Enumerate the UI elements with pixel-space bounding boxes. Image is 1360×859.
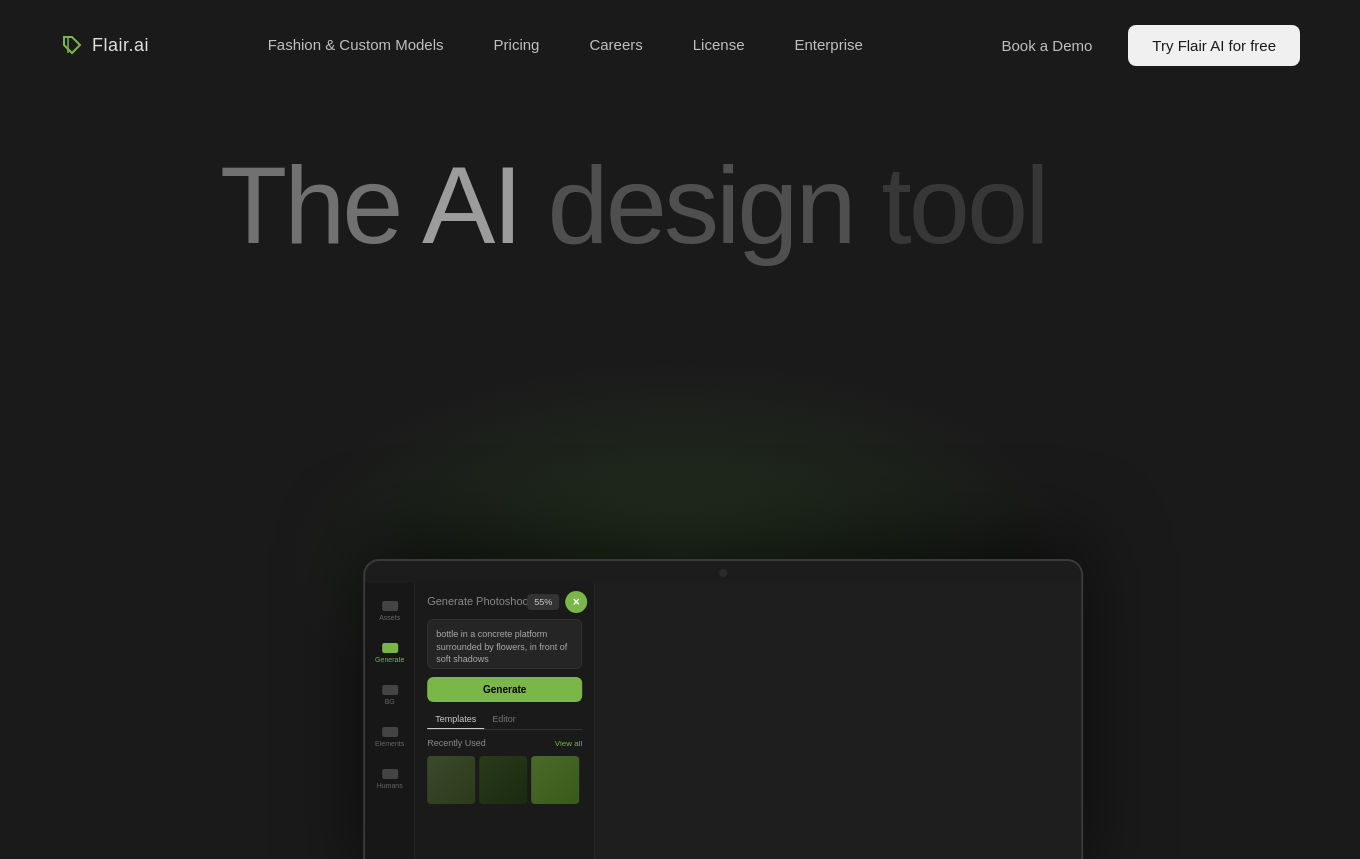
canvas-toolbar: 55% — [527, 591, 587, 613]
thumbnail-3[interactable] — [531, 756, 579, 804]
hero-word-tool: tool — [881, 143, 1046, 266]
nav-item-license[interactable]: License — [693, 36, 745, 54]
tab-editor[interactable]: Editor — [484, 710, 524, 729]
hero-word-ai: AI — [422, 143, 520, 266]
thumbnails-row — [427, 756, 582, 804]
nav-cta-group: Book a Demo Try Flair AI for free — [981, 25, 1300, 66]
try-free-button[interactable]: Try Flair AI for free — [1128, 25, 1300, 66]
logo-icon — [60, 33, 84, 57]
thumbnail-2[interactable] — [479, 756, 527, 804]
sidebar-humans[interactable]: Humans — [372, 761, 408, 797]
recently-used-label: Recently Used View all — [427, 738, 582, 748]
thumbnail-1[interactable] — [427, 756, 475, 804]
device-frame: Assets Generate BG Elements Humans — [363, 559, 1083, 859]
sidebar-generate[interactable]: Generate — [372, 635, 408, 671]
book-demo-button[interactable]: Book a Demo — [981, 27, 1112, 64]
device-camera — [719, 569, 727, 577]
generate-button[interactable]: Generate — [427, 677, 582, 702]
device-screen: Assets Generate BG Elements Humans — [365, 583, 1081, 859]
app-left-panel: Generate Photoshoot bottle in a concrete… — [415, 583, 595, 859]
hero-word-design: design — [548, 143, 854, 266]
hero-headline: The AI design tool — [220, 150, 1360, 260]
logo[interactable]: Flair.ai — [60, 33, 149, 57]
sidebar-elements[interactable]: Elements — [372, 719, 408, 755]
nav-item-enterprise[interactable]: Enterprise — [794, 36, 862, 54]
recently-used-text: Recently Used — [427, 738, 486, 748]
logo-text: Flair.ai — [92, 35, 149, 56]
nav-item-careers[interactable]: Careers — [589, 36, 642, 54]
sidebar-assets[interactable]: Assets — [372, 593, 408, 629]
tab-templates[interactable]: Templates — [427, 710, 484, 729]
nav-item-pricing[interactable]: Pricing — [494, 36, 540, 54]
canvas-close-btn[interactable] — [565, 591, 587, 613]
app-sidebar: Assets Generate BG Elements Humans — [365, 583, 415, 859]
hero-section: The AI design tool — [0, 90, 1360, 260]
nav-links: Fashion & Custom Models Pricing Careers … — [268, 36, 863, 54]
sidebar-bg[interactable]: BG — [372, 677, 408, 713]
panel-tabs: Templates Editor — [427, 710, 582, 730]
prompt-text[interactable]: bottle in a concrete platform surrounded… — [427, 619, 582, 669]
zoom-level[interactable]: 55% — [527, 594, 559, 610]
hero-word-the: The — [220, 143, 401, 266]
app-inner: Generate Photoshoot bottle in a concrete… — [415, 583, 595, 859]
app-preview: Assets Generate BG Elements Humans — [363, 559, 1083, 859]
view-all-link[interactable]: View all — [555, 739, 582, 748]
nav-item-fashion[interactable]: Fashion & Custom Models — [268, 36, 444, 54]
navbar: Flair.ai Fashion & Custom Models Pricing… — [0, 0, 1360, 90]
